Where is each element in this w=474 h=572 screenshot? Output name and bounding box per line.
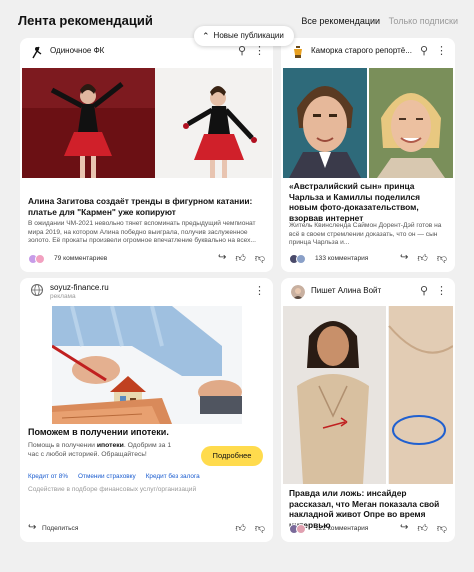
ad-card-mortgage[interactable]: soyuz-finance.ru реклама ⋮ Поможем в пол… xyxy=(20,278,273,542)
advertiser-domain[interactable]: soyuz-finance.ru xyxy=(50,283,109,292)
more-menu-icon[interactable]: ⋮ xyxy=(436,284,447,297)
like-icon[interactable]: 👍︎ xyxy=(417,522,427,534)
new-publications-label: Новые публикации xyxy=(213,31,284,40)
share-icon[interactable]: ↪ xyxy=(400,522,408,534)
comments-count[interactable]: 79 комментариев xyxy=(54,255,107,262)
article-headline[interactable]: «Австралийский сын» принца Чарльза и Кам… xyxy=(289,181,447,223)
card-header: Каморка старого репортё... ⚲ ⋮ xyxy=(281,38,455,64)
like-icon[interactable]: 👍︎ xyxy=(417,252,427,264)
reactions[interactable] xyxy=(28,254,50,264)
reactions[interactable] xyxy=(289,524,311,534)
like-icon[interactable]: 👍︎ xyxy=(235,252,245,264)
article-image[interactable] xyxy=(283,306,453,484)
author-name[interactable]: Пишет Алина Войт xyxy=(311,286,381,295)
ad-links: Кредит от 8% Отмении страховку Кредит бе… xyxy=(28,473,200,480)
channel-name[interactable]: Одиночное ФК xyxy=(50,46,104,55)
chevron-up-icon: ⌃ xyxy=(202,31,210,41)
article-image[interactable] xyxy=(283,68,453,178)
ad-link-no-collateral[interactable]: Кредит без залога xyxy=(146,473,200,480)
skater-photos xyxy=(22,68,272,178)
subscribe-icon[interactable]: ⚲ xyxy=(420,284,428,297)
channel-avatar[interactable] xyxy=(291,45,305,59)
card-footer: ↪ Поделиться 👍︎ 👎︎ xyxy=(28,522,265,536)
share-icon[interactable]: ↪ xyxy=(218,252,226,264)
share-label[interactable]: Поделиться xyxy=(42,525,78,532)
tab-subscriptions-only[interactable]: Только подписки xyxy=(389,16,458,26)
ad-disclaimer: Содействие в подборе финансовых услуг/ор… xyxy=(28,486,197,493)
feed-tabs: Все рекомендации Только подписки xyxy=(295,16,458,26)
article-card-meghan[interactable]: Пишет Алина Войт ⚲ ⋮ Правда или ложь: ин… xyxy=(281,278,455,542)
ad-snippet-prefix: Помощь в получении xyxy=(28,442,97,449)
reaction-icon xyxy=(296,254,306,264)
like-icon[interactable]: 👍︎ xyxy=(235,522,245,534)
ad-details-button[interactable]: Подробнее xyxy=(201,446,263,466)
card-footer: 122 комментария ↪ 👍︎ 👎︎ xyxy=(289,522,447,536)
reaction-icon xyxy=(35,254,45,264)
channel-avatar[interactable] xyxy=(30,45,44,59)
card-header: Пишет Алина Войт ⚲ ⋮ xyxy=(281,278,455,304)
reaction-icon xyxy=(296,524,306,534)
article-card-charles-son[interactable]: Каморка старого репортё... ⚲ ⋮ «Австрали… xyxy=(281,38,455,272)
author-avatar[interactable] xyxy=(291,285,305,299)
tab-all-recommendations[interactable]: Все рекомендации xyxy=(301,16,380,26)
more-menu-icon[interactable]: ⋮ xyxy=(436,44,447,57)
dislike-icon[interactable]: 👎︎ xyxy=(437,252,447,264)
meghan-photos xyxy=(283,306,453,484)
dislike-icon[interactable]: 👎︎ xyxy=(255,252,265,264)
ad-snippet-bold: ипотеки xyxy=(96,442,124,449)
dislike-icon[interactable]: 👎︎ xyxy=(255,522,265,534)
ad-headline[interactable]: Поможем в получении ипотеки. xyxy=(28,427,265,438)
page-title: Лента рекомендаций xyxy=(18,13,153,28)
card-footer: 133 комментария ↪ 👍︎ 👎︎ xyxy=(289,252,447,266)
ad-snippet[interactable]: Помощь в получении ипотеки. Одобрим за 1… xyxy=(28,442,183,459)
ad-link-credit-8[interactable]: Кредит от 8% xyxy=(28,473,68,480)
comments-count[interactable]: 133 комментария xyxy=(315,255,368,262)
card-footer: 79 комментариев ↪ 👍︎ 👎︎ xyxy=(28,252,265,266)
article-snippet[interactable]: В ожидании ЧМ-2021 невольно тянет вспоми… xyxy=(28,220,265,246)
dislike-icon[interactable]: 👎︎ xyxy=(437,522,447,534)
article-headline[interactable]: Алина Загитова создаёт тренды в фигурном… xyxy=(28,196,265,217)
mortgage-illustration xyxy=(52,306,242,424)
article-card-zagitova[interactable]: Одиночное ФК ⚲ ⋮ Алина Загитова создаёт … xyxy=(20,38,273,272)
article-snippet[interactable]: Житель Квинсленда Саймон Дорент-Дэй гото… xyxy=(289,222,447,248)
card-header: soyuz-finance.ru реклама ⋮ xyxy=(20,278,273,308)
share-icon[interactable]: ↪ xyxy=(28,522,36,533)
article-image[interactable] xyxy=(22,68,272,178)
new-publications-button[interactable]: ⌃ Новые публикации xyxy=(194,26,294,46)
ad-label: реклама xyxy=(50,293,76,300)
more-menu-icon[interactable]: ⋮ xyxy=(254,284,265,297)
globe-icon xyxy=(31,284,43,296)
reactions[interactable] xyxy=(289,254,311,264)
ad-link-cancel-insurance[interactable]: Отмении страховку xyxy=(78,473,136,480)
share-icon[interactable]: ↪ xyxy=(400,252,408,264)
subscribe-icon[interactable]: ⚲ xyxy=(420,44,428,57)
comments-count[interactable]: 122 комментария xyxy=(315,525,368,532)
channel-name[interactable]: Каморка старого репортё... xyxy=(311,46,412,55)
portrait-photos xyxy=(283,68,453,178)
ad-image[interactable] xyxy=(52,306,242,424)
